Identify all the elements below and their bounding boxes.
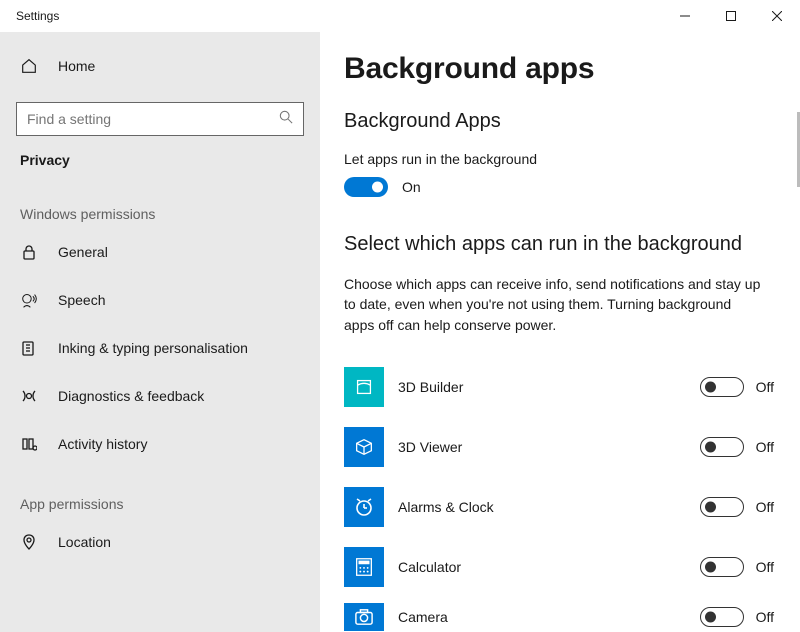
toggle-camera[interactable]	[700, 607, 744, 627]
app-name: Camera	[398, 609, 686, 625]
sidebar-item-diagnostics[interactable]: Diagnostics & feedback	[0, 372, 320, 420]
sidebar-item-location[interactable]: Location	[0, 518, 320, 566]
group-header-windows-permissions: Windows permissions	[0, 178, 320, 228]
main-content: Background apps Background Apps Let apps…	[320, 32, 800, 632]
sidebar-item-label: Diagnostics & feedback	[58, 388, 204, 404]
app-row-3d-viewer: 3D Viewer Off	[344, 417, 776, 477]
minimize-button[interactable]	[662, 0, 708, 32]
toggle-3d-builder[interactable]	[700, 377, 744, 397]
toggle-3d-viewer[interactable]	[700, 437, 744, 457]
home-icon	[20, 57, 38, 75]
inking-icon	[20, 339, 38, 357]
subheading-background-apps: Background Apps	[344, 110, 776, 133]
app-row-camera: Camera Off	[344, 597, 776, 632]
sidebar: Home Privacy Windows permissions General…	[0, 32, 320, 632]
search-box[interactable]	[16, 102, 304, 136]
app-icon-3d-viewer	[344, 427, 384, 467]
sidebar-item-label: General	[58, 244, 108, 260]
app-name: 3D Builder	[398, 379, 686, 395]
sidebar-item-label: Inking & typing personalisation	[58, 340, 248, 356]
page-title: Background apps	[344, 52, 776, 86]
app-icon-camera	[344, 603, 384, 631]
window-title: Settings	[16, 9, 59, 23]
toggle-state: Off	[756, 379, 774, 395]
description-text: Choose which apps can receive info, send…	[344, 274, 764, 335]
toggle-state: Off	[756, 439, 774, 455]
toggle-state: Off	[756, 559, 774, 575]
toggle-state: Off	[756, 499, 774, 515]
activity-icon	[20, 435, 38, 453]
sidebar-category: Privacy	[0, 152, 320, 178]
app-icon-3d-builder	[344, 367, 384, 407]
master-toggle-label: Let apps run in the background	[344, 151, 776, 167]
app-name: 3D Viewer	[398, 439, 686, 455]
sidebar-home-label: Home	[58, 58, 95, 74]
maximize-button[interactable]	[708, 0, 754, 32]
speech-icon	[20, 291, 38, 309]
master-toggle[interactable]	[344, 177, 388, 197]
diagnostics-icon	[20, 387, 38, 405]
app-icon-alarms	[344, 487, 384, 527]
toggle-calculator[interactable]	[700, 557, 744, 577]
sidebar-home[interactable]: Home	[0, 42, 320, 90]
app-name: Calculator	[398, 559, 686, 575]
sidebar-item-speech[interactable]: Speech	[0, 276, 320, 324]
location-icon	[20, 533, 38, 551]
sidebar-item-inking[interactable]: Inking & typing personalisation	[0, 324, 320, 372]
subheading-select-apps: Select which apps can run in the backgro…	[344, 233, 776, 256]
app-icon-calculator	[344, 547, 384, 587]
sidebar-item-general[interactable]: General	[0, 228, 320, 276]
toggle-alarms-clock[interactable]	[700, 497, 744, 517]
master-toggle-state: On	[402, 179, 421, 195]
app-name: Alarms & Clock	[398, 499, 686, 515]
titlebar: Settings	[0, 0, 800, 32]
app-row-3d-builder: 3D Builder Off	[344, 357, 776, 417]
sidebar-item-label: Speech	[58, 292, 105, 308]
sidebar-item-label: Activity history	[58, 436, 147, 452]
app-row-calculator: Calculator Off	[344, 537, 776, 597]
lock-icon	[20, 243, 38, 261]
sidebar-item-label: Location	[58, 534, 111, 550]
group-header-app-permissions: App permissions	[0, 468, 320, 518]
toggle-state: Off	[756, 609, 774, 625]
window-controls	[662, 0, 800, 32]
app-row-alarms-clock: Alarms & Clock Off	[344, 477, 776, 537]
close-button[interactable]	[754, 0, 800, 32]
search-icon	[279, 110, 293, 129]
search-input[interactable]	[27, 111, 227, 127]
sidebar-item-activity[interactable]: Activity history	[0, 420, 320, 468]
